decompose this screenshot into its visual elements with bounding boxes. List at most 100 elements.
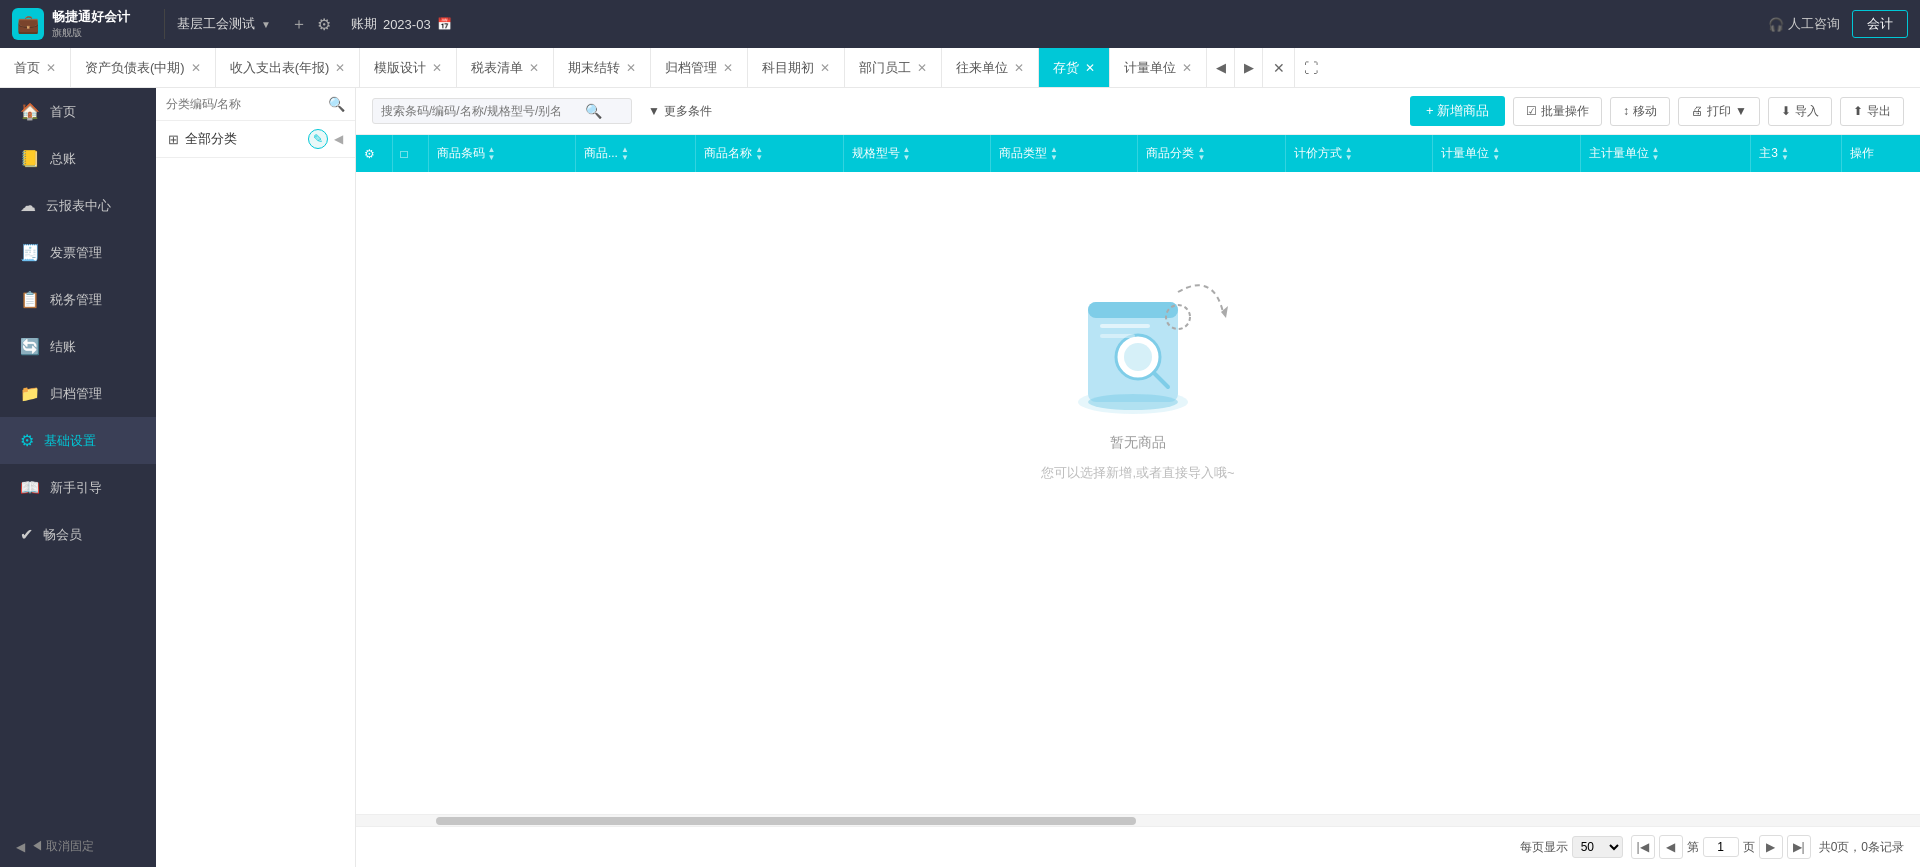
print-button[interactable]: 🖨 打印 ▼ (1678, 97, 1760, 126)
batch-icon: ☑ (1526, 104, 1537, 118)
tab-period-end[interactable]: 期末结转 ✕ (554, 48, 651, 88)
sidebar: 🏠 首页 📒 总账 ☁ 云报表中心 🧾 发票管理 📋 税务管理 🔄 结账 📁 归… (0, 88, 156, 867)
tab-inventory[interactable]: 存货 ✕ (1039, 48, 1110, 88)
sidebar-item-cloud[interactable]: ☁ 云报表中心 (0, 182, 156, 229)
member-icon: ✔ (20, 525, 33, 544)
tab-balance-close-icon[interactable]: ✕ (191, 62, 201, 74)
sidebar-item-home[interactable]: 🏠 首页 (0, 88, 156, 135)
category-search-input[interactable] (166, 97, 324, 111)
col-action: 操作 (1841, 135, 1920, 172)
tab-unit[interactable]: 计量单位 ✕ (1110, 48, 1207, 88)
tab-subject-init[interactable]: 科目期初 ✕ (748, 48, 845, 88)
page-size-select[interactable]: 20 50 100 200 (1572, 836, 1623, 858)
prev-page-button[interactable]: ◀ (1659, 835, 1683, 859)
move-label: 移动 (1633, 103, 1657, 120)
sidebar-item-closing[interactable]: 🔄 结账 (0, 323, 156, 370)
tab-template-close-icon[interactable]: ✕ (432, 62, 442, 74)
ledger-icon: 📒 (20, 149, 40, 168)
tab-inventory-close-icon[interactable]: ✕ (1085, 62, 1095, 74)
sidebar-item-invoice[interactable]: 🧾 发票管理 (0, 229, 156, 276)
svg-point-5 (1124, 343, 1152, 371)
col-type: 商品类型 ▲▼ (990, 135, 1137, 172)
col-main-unit: 主计量单位 ▲▼ (1580, 135, 1751, 172)
tab-tax-close-icon[interactable]: ✕ (529, 62, 539, 74)
empty-svg (1038, 262, 1238, 422)
batch-label: 批量操作 (1541, 103, 1589, 120)
add-tab-button[interactable]: ＋ (291, 14, 307, 35)
export-button[interactable]: ⬆ 导出 (1840, 97, 1904, 126)
first-page-button[interactable]: |◀ (1631, 835, 1655, 859)
sidebar-item-guide[interactable]: 📖 新手引导 (0, 464, 156, 511)
page-navigation: |◀ ◀ 第 页 ▶ ▶| (1631, 835, 1811, 859)
category-label: 全部分类 (185, 130, 302, 148)
add-product-button[interactable]: + 新增商品 (1410, 96, 1505, 126)
print-arrow-icon: ▼ (1735, 104, 1747, 118)
tab-home-close-icon[interactable]: ✕ (46, 62, 56, 74)
sidebar-item-member[interactable]: ✔ 畅会员 (0, 511, 156, 558)
tab-template-design[interactable]: 模版设计 ✕ (360, 48, 457, 88)
grid-icon: ⊞ (168, 132, 179, 147)
tab-subject-close-icon[interactable]: ✕ (820, 62, 830, 74)
calendar-icon[interactable]: 📅 (437, 17, 452, 31)
horizontal-scrollbar[interactable] (356, 814, 1920, 826)
move-button[interactable]: ↕ 移动 (1610, 97, 1670, 126)
page-number-input[interactable] (1703, 837, 1739, 857)
col-extra: 主3 ▲▼ (1751, 135, 1841, 172)
import-button[interactable]: ⬇ 导入 (1768, 97, 1832, 126)
app-logo-icon: 💼 (12, 8, 44, 40)
svg-rect-8 (1100, 334, 1135, 338)
category-collapse-icon[interactable]: ◀ (334, 132, 343, 146)
tab-close-all-button[interactable]: ✕ (1263, 48, 1295, 88)
tab-income-label: 收入支出表(年报) (230, 59, 330, 77)
period-label: 账期 (351, 15, 377, 33)
tab-unit-close-icon[interactable]: ✕ (1182, 62, 1192, 74)
col-setting[interactable]: ⚙ (356, 135, 392, 172)
tab-income-statement[interactable]: 收入支出表(年报) ✕ (216, 48, 361, 88)
sidebar-home-label: 首页 (50, 103, 76, 121)
tab-next-button[interactable]: ▶ (1235, 48, 1263, 88)
tab-period-close-icon[interactable]: ✕ (626, 62, 636, 74)
toolbar-right: + 新增商品 ☑ 批量操作 ↕ 移动 🖨 打印 ▼ (1410, 96, 1904, 126)
tab-dept-label: 部门员工 (859, 59, 911, 77)
export-icon: ⬆ (1853, 104, 1863, 118)
tab-tax-list[interactable]: 税表清单 ✕ (457, 48, 554, 88)
tab-expand-button[interactable]: ⛶ (1295, 48, 1327, 88)
sidebar-unpin-button[interactable]: ◀ ◀ 取消固定 (0, 826, 156, 867)
col-check[interactable]: □ (392, 135, 428, 172)
category-header[interactable]: ⊞ 全部分类 ✎ ◀ (156, 121, 355, 158)
tab-dept-close-icon[interactable]: ✕ (917, 62, 927, 74)
help-button[interactable]: 🎧 人工咨询 (1768, 15, 1840, 33)
sidebar-cloud-label: 云报表中心 (46, 197, 111, 215)
logo-area: 💼 畅捷通好会计 旗舰版 (12, 8, 152, 40)
sidebar-item-archive[interactable]: 📁 归档管理 (0, 370, 156, 417)
tab-income-close-icon[interactable]: ✕ (335, 62, 345, 74)
tab-contacts-close-icon[interactable]: ✕ (1014, 62, 1024, 74)
more-filter-button[interactable]: ▼ 更多条件 (640, 99, 720, 124)
category-search-icon[interactable]: 🔍 (328, 96, 345, 112)
account-button[interactable]: 会计 (1852, 10, 1908, 38)
tab-archive-close-icon[interactable]: ✕ (723, 62, 733, 74)
col-barcode: 商品条码 ▲▼ (428, 135, 575, 172)
tab-home-label: 首页 (14, 59, 40, 77)
print-label: 打印 (1707, 103, 1731, 120)
unpin-label: ◀ 取消固定 (31, 838, 94, 855)
settings-button[interactable]: ⚙ (317, 15, 331, 34)
category-edit-button[interactable]: ✎ (308, 129, 328, 149)
tab-archive-mgmt[interactable]: 归档管理 ✕ (651, 48, 748, 88)
tab-dept-staff[interactable]: 部门员工 ✕ (845, 48, 942, 88)
next-page-button[interactable]: ▶ (1759, 835, 1783, 859)
last-page-button[interactable]: ▶| (1787, 835, 1811, 859)
tab-balance-sheet[interactable]: 资产负债表(中期) ✕ (71, 48, 216, 88)
tab-home[interactable]: 首页 ✕ (0, 48, 71, 88)
sidebar-item-tax[interactable]: 📋 税务管理 (0, 276, 156, 323)
sidebar-ledger-label: 总账 (50, 150, 76, 168)
tab-contacts[interactable]: 往来单位 ✕ (942, 48, 1039, 88)
sidebar-item-ledger[interactable]: 📒 总账 (0, 135, 156, 182)
sidebar-item-settings[interactable]: ⚙ 基础设置 (0, 417, 156, 464)
tab-prev-button[interactable]: ◀ (1207, 48, 1235, 88)
company-selector[interactable]: 基层工会测试 ▼ (177, 15, 271, 33)
product-search-input[interactable] (381, 104, 581, 118)
batch-ops-button[interactable]: ☑ 批量操作 (1513, 97, 1602, 126)
filter-label: 更多条件 (664, 103, 712, 120)
left-panel: 🔍 ⊞ 全部分类 ✎ ◀ (156, 88, 356, 867)
